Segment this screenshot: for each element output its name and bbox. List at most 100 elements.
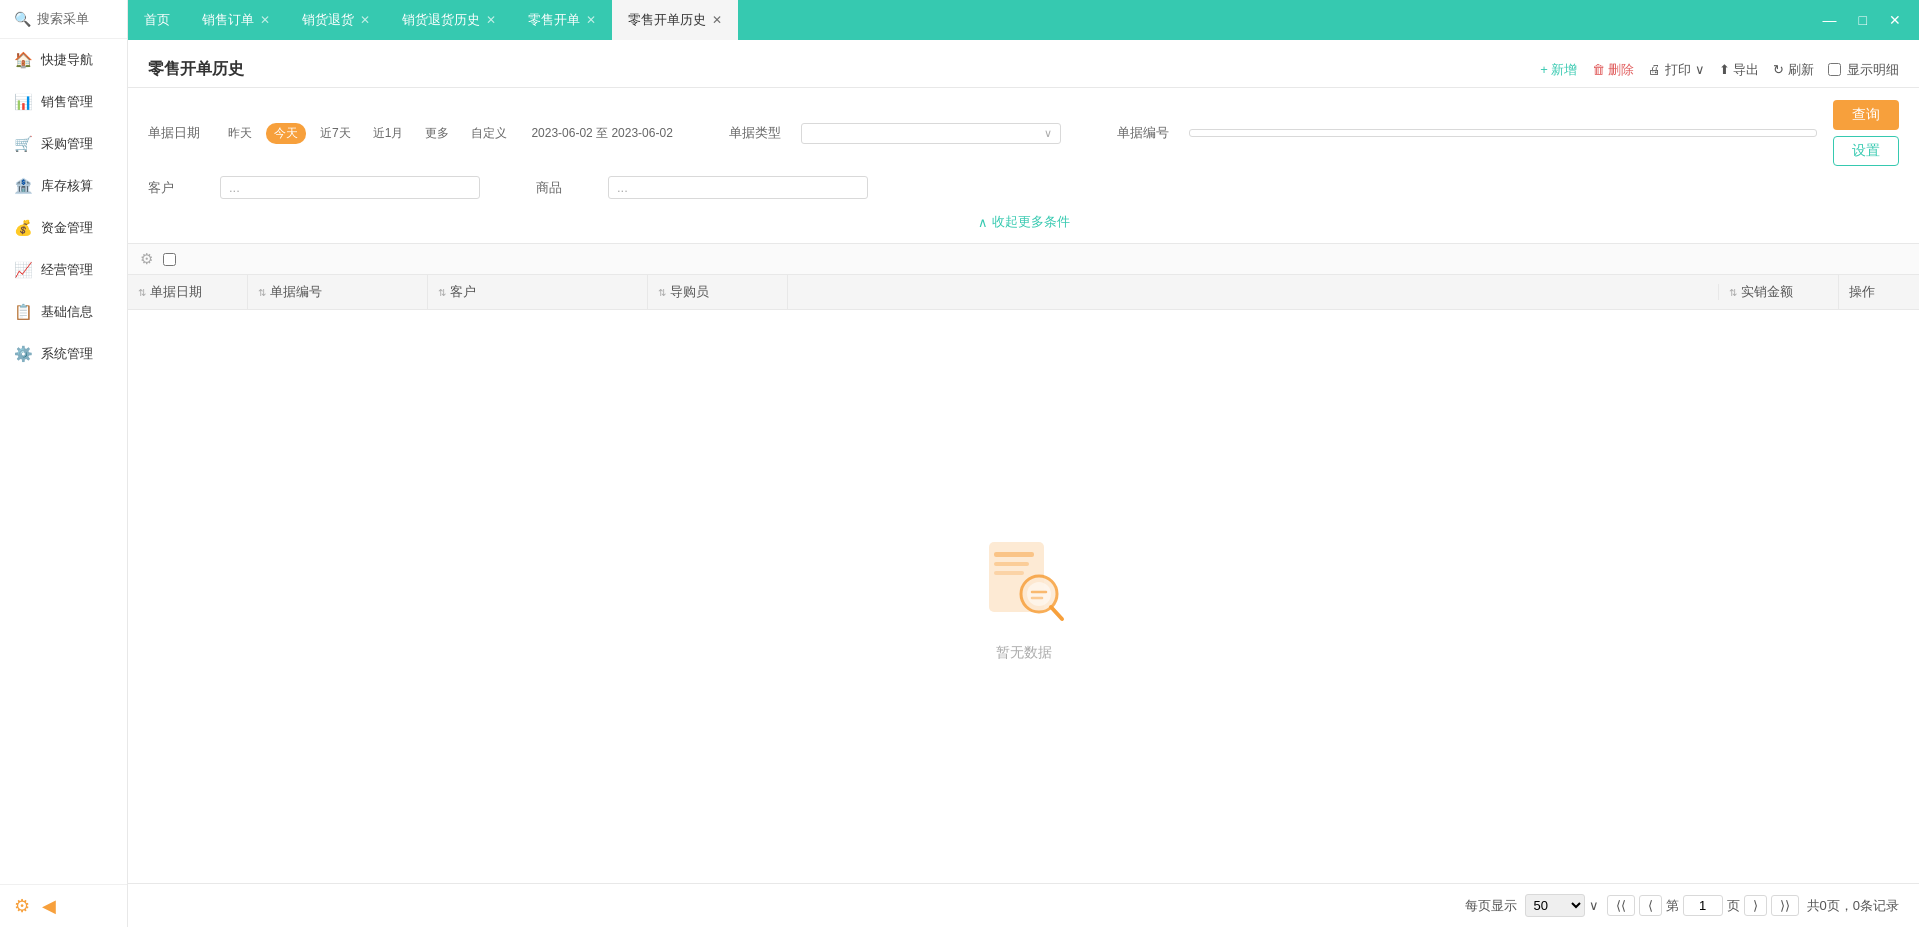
search-label: 搜索采单 [37, 10, 89, 28]
settings-button[interactable]: 设置 [1833, 136, 1899, 166]
sort-icon: ⇅ [1729, 287, 1737, 298]
page-size-dropdown[interactable]: 50 [1525, 894, 1585, 917]
tab-bar: 首页 销售订单 ✕ 销货退货 ✕ 销货退货历史 ✕ 零售开单 ✕ 零售开单历史 … [128, 0, 1919, 40]
empty-state: 暂无数据 [128, 310, 1919, 883]
date-quick-btns: 昨天 今天 近7天 近1月 更多 自定义 [220, 123, 515, 144]
tab-retail-history-label: 零售开单历史 [628, 11, 706, 29]
th-action: 操作 [1839, 275, 1919, 309]
date-range-display: 2023-06-02 至 2023-06-02 [531, 125, 672, 142]
select-all-checkbox[interactable] [163, 253, 176, 266]
tab-sales-return-close[interactable]: ✕ [360, 13, 370, 27]
chevron-down-icon: ∨ [1589, 898, 1599, 913]
sidebar-item-quick-nav[interactable]: 🏠 快捷导航 [0, 39, 127, 81]
customer-input[interactable]: ... [220, 176, 480, 199]
sidebar-item-sales-mgmt[interactable]: 📊 销售管理 [0, 81, 127, 123]
query-button[interactable]: 查询 [1833, 100, 1899, 130]
toolbar: + 新增 🗑 删除 🖨 打印 ∨ ⬆ 导出 ↻ 刷新 显示明细 [1540, 61, 1899, 79]
th-amount: ⇅ 实销金额 [1719, 275, 1839, 309]
page-header: 零售开单历史 + 新增 🗑 删除 🖨 打印 ∨ ⬆ 导出 ↻ 刷新 显示明细 [128, 40, 1919, 88]
collapse-sidebar-icon[interactable]: ◀ [42, 895, 56, 917]
first-page-button[interactable]: ⟨⟨ [1607, 895, 1635, 916]
sidebar-bottom: ⚙ ◀ [0, 884, 127, 927]
close-button[interactable]: ✕ [1883, 10, 1907, 30]
collapse-label: 收起更多条件 [992, 213, 1070, 231]
svg-rect-2 [994, 562, 1029, 566]
sidebar-item-label: 销售管理 [41, 93, 93, 111]
maximize-button[interactable]: □ [1853, 10, 1873, 30]
tab-sales-return-history-label: 销货退货历史 [402, 11, 480, 29]
svg-rect-1 [994, 552, 1034, 557]
tab-home[interactable]: 首页 [128, 0, 186, 40]
sidebar-item-purchase-mgmt[interactable]: 🛒 采购管理 [0, 123, 127, 165]
th-num: ⇅ 单据编号 [248, 275, 428, 309]
sidebar-item-sys-mgmt[interactable]: ⚙️ 系统管理 [0, 333, 127, 375]
tab-sales-return-label: 销货退货 [302, 11, 354, 29]
date-filter-label: 单据日期 [148, 124, 204, 142]
doc-type-select[interactable]: ∨ [801, 123, 1061, 144]
home-icon: 🏠 [14, 51, 33, 69]
sidebar-item-base-info[interactable]: 📋 基础信息 [0, 291, 127, 333]
sidebar-item-operations[interactable]: 📈 经营管理 [0, 249, 127, 291]
tab-sales-return-history-close[interactable]: ✕ [486, 13, 496, 27]
sidebar-item-finance[interactable]: 💰 资金管理 [0, 207, 127, 249]
export-button[interactable]: ⬆ 导出 [1719, 61, 1760, 79]
customer-label: 客户 [148, 179, 204, 197]
table-area: ⚙ ⇅ 单据日期 ⇅ 单据编号 ⇅ 客户 ⇅ 导购员 [128, 244, 1919, 883]
filter-area: 单据日期 昨天 今天 近7天 近1月 更多 自定义 2023-06-02 至 2… [128, 88, 1919, 244]
display-detail-checkbox[interactable] [1828, 63, 1841, 76]
gear-icon: ⚙️ [14, 345, 33, 363]
collapse-filter-btn[interactable]: ∧ 收起更多条件 [148, 209, 1899, 231]
minimize-button[interactable]: — [1817, 10, 1843, 30]
sidebar-item-label: 库存核算 [41, 177, 93, 195]
add-button[interactable]: + 新增 [1540, 61, 1577, 79]
tab-sales-return-history[interactable]: 销货退货历史 ✕ [386, 0, 512, 40]
date-btn-custom[interactable]: 自定义 [463, 123, 515, 144]
cart-icon: 🛒 [14, 135, 33, 153]
pagination: 每页显示 50 ∨ ⟨⟨ ⟨ 第 页 ⟩ ⟩⟩ 共0页，0条记录 [128, 883, 1919, 927]
filter-row-2: 客户 ... 商品 ... [148, 176, 1899, 199]
goods-label: 商品 [536, 179, 592, 197]
tab-sales-return[interactable]: 销货退货 ✕ [286, 0, 386, 40]
page-number-input[interactable] [1683, 895, 1723, 916]
doc-num-input[interactable] [1189, 129, 1817, 137]
page-size-select[interactable]: 50 ∨ [1525, 894, 1599, 917]
refresh-button[interactable]: ↻ 刷新 [1773, 61, 1814, 79]
goods-input[interactable]: ... [608, 176, 868, 199]
last-page-button[interactable]: ⟩⟩ [1771, 895, 1799, 916]
sidebar-item-label: 采购管理 [41, 135, 93, 153]
svg-rect-3 [994, 571, 1024, 575]
collapse-up-icon: ∧ [978, 215, 988, 230]
date-btn-1month[interactable]: 近1月 [365, 123, 412, 144]
query-set-group: 查询 设置 [1833, 100, 1899, 166]
print-button[interactable]: 🖨 打印 ∨ [1648, 61, 1705, 79]
table-settings-icon[interactable]: ⚙ [140, 250, 153, 268]
tab-sales-order-label: 销售订单 [202, 11, 254, 29]
tab-sales-order[interactable]: 销售订单 ✕ [186, 0, 286, 40]
settings-icon[interactable]: ⚙ [14, 895, 30, 917]
tab-home-label: 首页 [144, 11, 170, 29]
sidebar: 🔍 搜索采单 🏠 快捷导航 📊 销售管理 🛒 采购管理 🏦 库存核算 💰 资金管… [0, 0, 128, 927]
tab-retail-history-close[interactable]: ✕ [712, 13, 722, 27]
tab-retail-history[interactable]: 零售开单历史 ✕ [612, 0, 738, 40]
date-btn-more[interactable]: 更多 [417, 123, 457, 144]
graph-icon: 📈 [14, 261, 33, 279]
tab-retail-open-close[interactable]: ✕ [586, 13, 596, 27]
prev-page-button[interactable]: ⟨ [1639, 895, 1662, 916]
search-menu-item[interactable]: 🔍 搜索采单 [0, 0, 127, 39]
tab-retail-open[interactable]: 零售开单 ✕ [512, 0, 612, 40]
date-btn-yesterday[interactable]: 昨天 [220, 123, 260, 144]
delete-button[interactable]: 🗑 删除 [1592, 61, 1635, 79]
sort-icon: ⇅ [138, 287, 146, 298]
next-page-button[interactable]: ⟩ [1744, 895, 1767, 916]
sort-icon: ⇅ [658, 287, 666, 298]
tab-sales-order-close[interactable]: ✕ [260, 13, 270, 27]
table-toolbar: ⚙ [128, 244, 1919, 275]
sort-icon: ⇅ [438, 287, 446, 298]
sidebar-item-inventory[interactable]: 🏦 库存核算 [0, 165, 127, 207]
sidebar-item-label: 资金管理 [41, 219, 93, 237]
date-btn-today[interactable]: 今天 [266, 123, 306, 144]
page-nav: ⟨⟨ ⟨ 第 页 ⟩ ⟩⟩ [1607, 895, 1799, 916]
bank-icon: 🏦 [14, 177, 33, 195]
display-detail-toggle[interactable]: 显示明细 [1828, 61, 1899, 79]
date-btn-7days[interactable]: 近7天 [312, 123, 359, 144]
